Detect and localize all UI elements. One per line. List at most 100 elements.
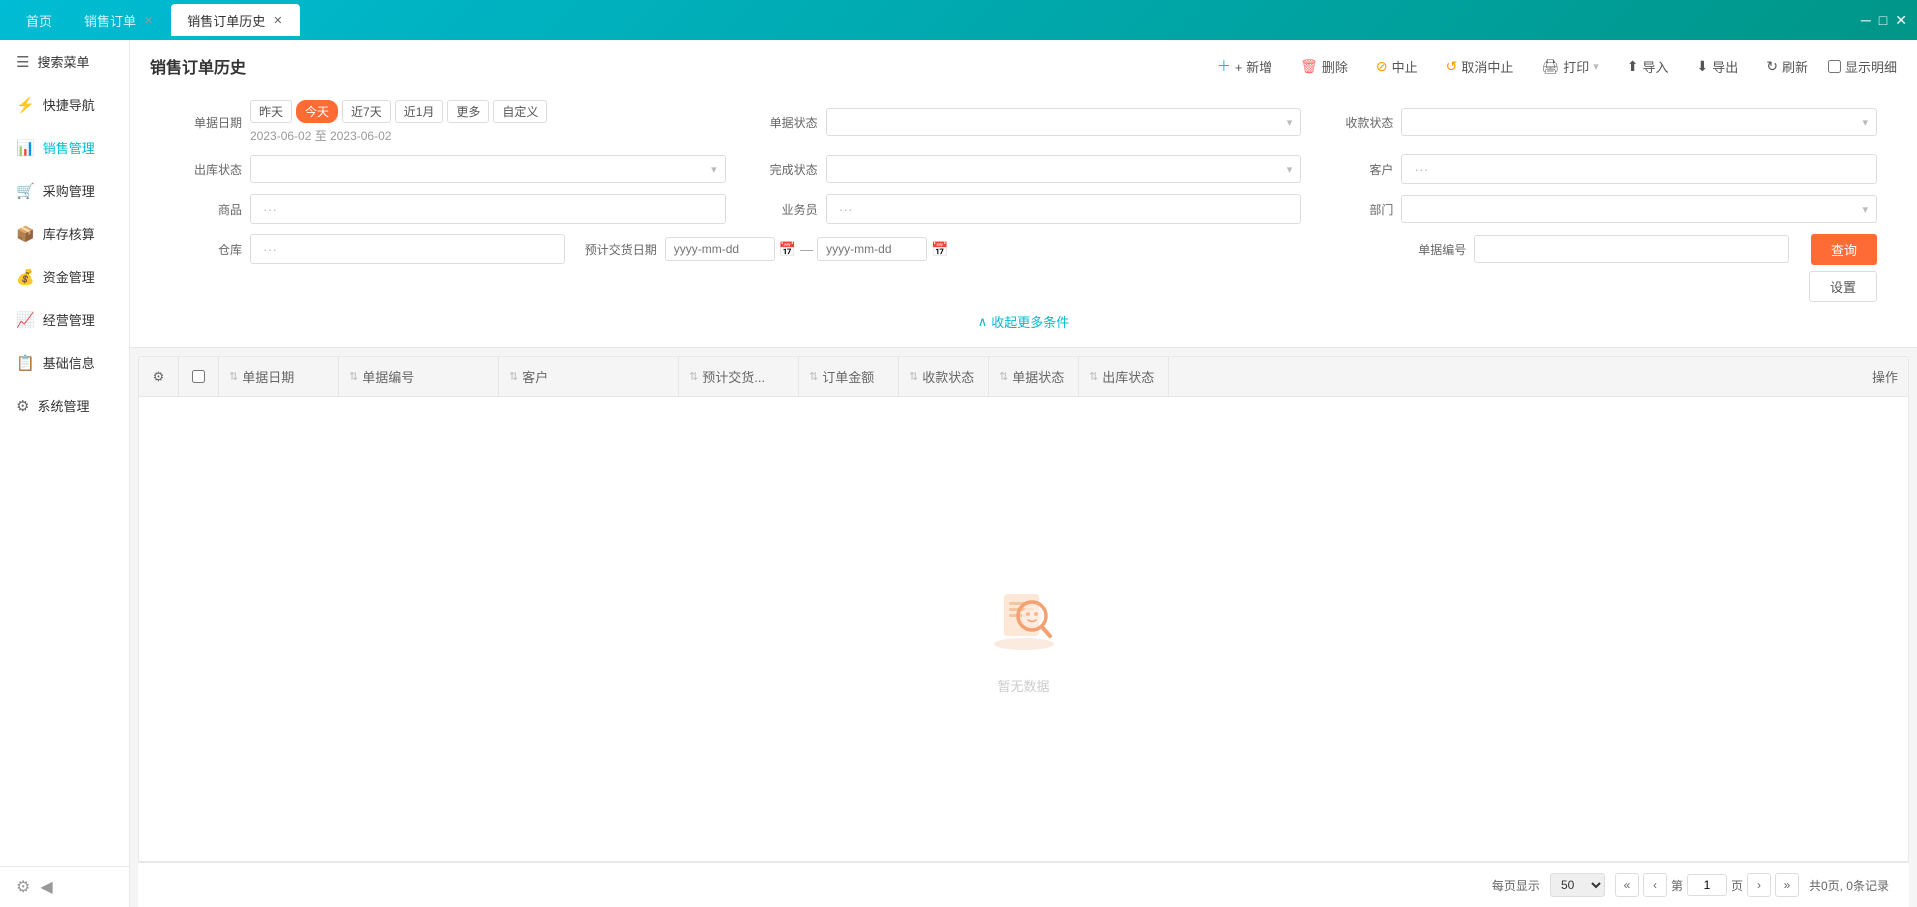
pagination-bar: 每页显示 20 50 100 200 « ‹ 第 页 › » 共0页, 0条记录: [138, 862, 1909, 907]
import-button[interactable]: ⬆ 导入: [1619, 53, 1677, 80]
tab-home[interactable]: 首页: [10, 4, 68, 36]
voucher-status-filter: 单据状态 ▾: [746, 100, 1302, 144]
minimize-btn[interactable]: ─: [1861, 12, 1871, 28]
stop-button[interactable]: ⊘ 中止: [1368, 53, 1426, 80]
sidebar-item-sysadmin[interactable]: ⚙ 系统管理: [0, 384, 129, 427]
complete-status-filter: 完成状态 ▾: [746, 154, 1302, 184]
close-btn[interactable]: ✕: [1895, 12, 1907, 29]
sort-outstatus-icon[interactable]: ⇅: [1089, 370, 1098, 383]
salesrep-input[interactable]: ···: [826, 194, 1302, 224]
date-btn-today[interactable]: 今天: [296, 100, 338, 123]
th-amount-label: 订单金额: [822, 367, 874, 386]
date-btn-custom[interactable]: 自定义: [493, 100, 547, 123]
page-info-suffix: 页: [1731, 877, 1743, 894]
date-btn-more[interactable]: 更多: [447, 100, 489, 123]
department-select[interactable]: ▾: [1401, 195, 1877, 223]
voucher-status-select[interactable]: ▾: [826, 108, 1302, 136]
search-menu-icon: ☰: [16, 53, 29, 71]
sidebar-collapse-icon[interactable]: ◀: [40, 877, 52, 897]
new-button[interactable]: ＋ + 新增: [1209, 52, 1280, 80]
sidebar-settings-icon[interactable]: ⚙: [16, 877, 30, 897]
refresh-button[interactable]: ↻ 刷新: [1758, 53, 1816, 80]
out-stock-status-select[interactable]: ▾: [250, 155, 726, 183]
page-size-select[interactable]: 20 50 100 200: [1550, 873, 1605, 897]
first-page-button[interactable]: «: [1615, 873, 1639, 897]
show-detail-checkbox[interactable]: [1828, 60, 1841, 73]
th-checkbox[interactable]: [179, 357, 219, 396]
new-label: + 新增: [1235, 57, 1272, 76]
date-btn-yesterday[interactable]: 昨天: [250, 100, 292, 123]
collapse-filter-row[interactable]: ∧ 收起更多条件: [170, 308, 1877, 337]
sidebar-item-quicknav[interactable]: ⚡ 快捷导航: [0, 83, 129, 126]
maximize-btn[interactable]: □: [1879, 12, 1887, 28]
print-button[interactable]: 🖨 打印 ▾: [1533, 53, 1606, 80]
warehouse-input[interactable]: ···: [250, 234, 565, 264]
delivery-date-from[interactable]: [665, 237, 775, 261]
customer-label: 客户: [1321, 161, 1401, 178]
delivery-date-filter: 预计交货日期 📅 — 📅: [585, 234, 1375, 264]
th-receipt: ⇅ 收款状态: [899, 357, 989, 396]
query-button[interactable]: 查询: [1811, 234, 1877, 265]
department-label: 部门: [1321, 201, 1401, 218]
next-page-button[interactable]: ›: [1747, 873, 1771, 897]
goods-label: 商品: [170, 201, 250, 218]
sidebar-item-search[interactable]: ☰ 搜索菜单: [0, 40, 129, 83]
sidebar-item-purchase[interactable]: 🛒 采购管理: [0, 169, 129, 212]
th-customer-label: 客户: [522, 367, 548, 386]
warehouse-label: 仓库: [170, 241, 250, 258]
sidebar-item-basicinfo[interactable]: 📋 基础信息: [0, 341, 129, 384]
empty-state: 暂无数据: [139, 397, 1908, 861]
collapse-label: 收起更多条件: [991, 312, 1069, 331]
th-docno-label: 单据编号: [362, 367, 414, 386]
sidebar-finance-label: 资金管理: [43, 267, 95, 286]
sort-docstatus-icon[interactable]: ⇅: [999, 370, 1008, 383]
sort-receipt-icon[interactable]: ⇅: [909, 370, 918, 383]
sort-delivery-icon[interactable]: ⇅: [689, 370, 698, 383]
date-btn-7days[interactable]: 近7天: [342, 100, 391, 123]
setting-button[interactable]: 设置: [1809, 271, 1877, 302]
date-btn-1month[interactable]: 近1月: [395, 100, 444, 123]
print-icon: 🖨: [1541, 58, 1559, 75]
th-settings[interactable]: ⚙: [139, 357, 179, 396]
tab-sales-order-history[interactable]: 销售订单历史 ✕: [171, 4, 300, 36]
sidebar-item-inventory[interactable]: 📦 库存核算: [0, 212, 129, 255]
tab-sales-order[interactable]: 销售订单 ✕: [68, 4, 171, 36]
cancel-stop-button[interactable]: ↺ 取消中止: [1438, 53, 1522, 80]
delete-button[interactable]: 🗑 删除: [1292, 53, 1356, 80]
voucherno-input[interactable]: [1474, 235, 1789, 263]
sidebar-item-finance[interactable]: 💰 资金管理: [0, 255, 129, 298]
select-all-checkbox[interactable]: [192, 370, 205, 383]
sort-amount-icon[interactable]: ⇅: [809, 370, 818, 383]
tab-sales-order-history-close[interactable]: ✕: [271, 14, 284, 27]
delivery-date-to[interactable]: [817, 237, 927, 261]
th-date: ⇅ 单据日期: [219, 357, 339, 396]
collapse-up-icon: ∧: [978, 314, 988, 330]
calendar-from-icon[interactable]: 📅: [779, 241, 796, 258]
sort-docno-icon[interactable]: ⇅: [349, 370, 358, 383]
sort-customer-icon[interactable]: ⇅: [509, 370, 518, 383]
sidebar-item-operation[interactable]: 📈 经营管理: [0, 298, 129, 341]
main-layout: ☰ 搜索菜单 ⚡ 快捷导航 📊 销售管理 🛒 采购管理 📦 库存核算 💰 资金管…: [0, 40, 1917, 907]
table-area: ⚙ ⇅ 单据日期 ⇅ 单据编号 ⇅ 客户 ⇅: [138, 356, 1909, 862]
tab-sales-order-close[interactable]: ✕: [142, 14, 155, 27]
customer-input[interactable]: ···: [1401, 154, 1877, 184]
show-detail-checkbox-wrapper[interactable]: 显示明细: [1828, 57, 1897, 76]
goods-input[interactable]: ···: [250, 194, 726, 224]
th-receipt-label: 收款状态: [922, 367, 974, 386]
sort-date-icon[interactable]: ⇅: [229, 370, 238, 383]
export-button[interactable]: ⬇ 导出: [1688, 53, 1746, 80]
sidebar-inventory-label: 库存核算: [43, 224, 95, 243]
sales-icon: 📊: [16, 139, 35, 157]
date-quick-buttons: 昨天 今天 近7天 近1月 更多 自定义: [250, 100, 726, 123]
receipt-status-select[interactable]: ▾: [1401, 108, 1877, 136]
page-size-label: 每页显示: [1492, 877, 1540, 894]
page-number-input[interactable]: [1687, 874, 1727, 896]
prev-page-button[interactable]: ‹: [1643, 873, 1667, 897]
calendar-to-icon[interactable]: 📅: [931, 241, 948, 258]
last-page-button[interactable]: »: [1775, 873, 1799, 897]
warehouse-dots: ···: [259, 239, 281, 259]
complete-status-select[interactable]: ▾: [826, 155, 1302, 183]
th-operation: 操作: [1169, 357, 1908, 396]
sidebar-item-sales[interactable]: 📊 销售管理: [0, 126, 129, 169]
voucher-date-label: 单据日期: [170, 114, 250, 131]
